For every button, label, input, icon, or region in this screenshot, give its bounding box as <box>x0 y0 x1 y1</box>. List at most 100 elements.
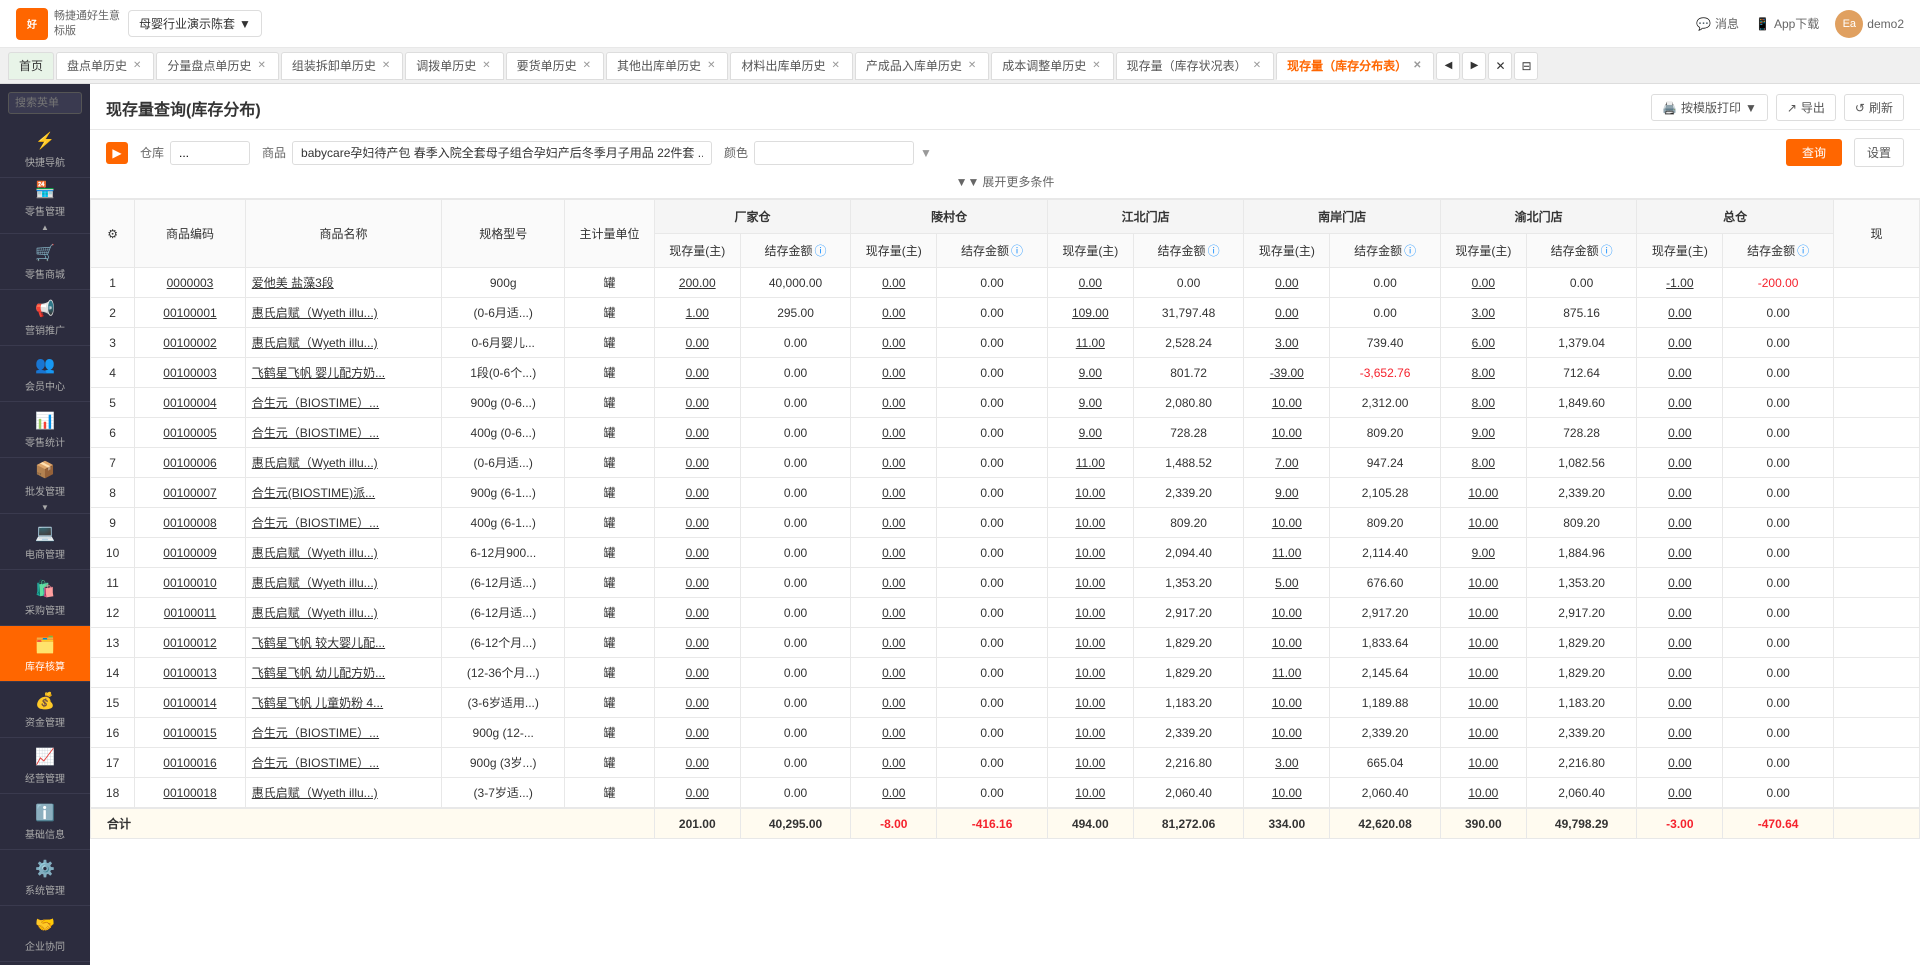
cell-nanan-qty[interactable]: 10.00 <box>1244 778 1330 809</box>
cell-yubeimen-qty[interactable]: 9.00 <box>1440 538 1526 568</box>
cell-jiangbei-qty[interactable]: 9.00 <box>1047 388 1133 418</box>
user-profile[interactable]: Ea demo2 <box>1835 10 1904 38</box>
sidebar-item-quicknav[interactable]: ⚡ 快捷导航 <box>0 122 90 178</box>
refresh-btn[interactable]: ↺ 刷新 <box>1844 94 1904 121</box>
tab-close-icon[interactable]: ✕ <box>380 59 392 72</box>
cell-nanan-qty[interactable]: 11.00 <box>1244 658 1330 688</box>
tab-portion-inventory[interactable]: 分量盘点单历史 ✕ <box>156 52 278 80</box>
cell-yubeimen-qty[interactable]: 10.00 <box>1440 598 1526 628</box>
cell-yubeimen-qty[interactable]: 10.00 <box>1440 748 1526 778</box>
cell-nanan-qty[interactable]: 7.00 <box>1244 448 1330 478</box>
cell-total-qty[interactable]: 0.00 <box>1637 448 1723 478</box>
tab-other-outbound[interactable]: 其他出库单历史 ✕ <box>606 52 728 80</box>
sidebar-item-retail-stats[interactable]: 📊 零售统计 <box>0 402 90 458</box>
cell-name[interactable]: 合生元（BIOSTIME）... <box>245 418 442 448</box>
tab-close-icon[interactable]: ✕ <box>480 59 492 72</box>
cell-mausoleum-qty[interactable]: 0.00 <box>851 598 937 628</box>
cell-name[interactable]: 合生元（BIOSTIME）... <box>245 388 442 418</box>
cell-code[interactable]: 00100012 <box>135 628 246 658</box>
cell-name[interactable]: 惠氏启赋（Wyeth illu...) <box>245 598 442 628</box>
cell-code[interactable]: 00100014 <box>135 688 246 718</box>
cell-name[interactable]: 惠氏启赋（Wyeth illu...) <box>245 298 442 328</box>
cell-total-qty[interactable]: 0.00 <box>1637 658 1723 688</box>
cell-factory-qty[interactable]: 200.00 <box>654 268 740 298</box>
cell-nanan-qty[interactable]: 0.00 <box>1244 268 1330 298</box>
cell-name[interactable]: 合生元（BIOSTIME）... <box>245 748 442 778</box>
cell-mausoleum-qty[interactable]: 0.00 <box>851 268 937 298</box>
cell-yubeimen-qty[interactable]: 6.00 <box>1440 328 1526 358</box>
tab-finished-inbound[interactable]: 产成品入库单历史 ✕ <box>855 52 989 80</box>
tab-close-icon[interactable]: ✕ <box>131 59 143 72</box>
cell-nanan-qty[interactable]: -39.00 <box>1244 358 1330 388</box>
cell-factory-qty[interactable]: 0.00 <box>654 778 740 809</box>
cell-mausoleum-qty[interactable]: 0.00 <box>851 478 937 508</box>
cell-total-qty[interactable]: 0.00 <box>1637 298 1723 328</box>
cell-nanan-qty[interactable]: 10.00 <box>1244 388 1330 418</box>
cell-factory-qty[interactable]: 0.00 <box>654 628 740 658</box>
cell-code[interactable]: 00100011 <box>135 598 246 628</box>
tab-close-icon[interactable]: ✕ <box>966 59 978 72</box>
tab-stock-status[interactable]: 现存量（库存状况表） ✕ <box>1116 52 1274 80</box>
sidebar-item-purchase[interactable]: 🛍️ 采购管理 <box>0 570 90 626</box>
search-btn[interactable]: 查询 <box>1786 139 1842 166</box>
cell-name[interactable]: 惠氏启赋（Wyeth illu...) <box>245 538 442 568</box>
cell-factory-qty[interactable]: 0.00 <box>654 448 740 478</box>
app-download-btn[interactable]: 📱 App下载 <box>1755 15 1819 32</box>
cell-mausoleum-qty[interactable]: 0.00 <box>851 298 937 328</box>
tab-close-icon[interactable]: ✕ <box>1411 59 1423 72</box>
cell-yubeimen-qty[interactable]: 10.00 <box>1440 508 1526 538</box>
cell-jiangbei-qty[interactable]: 10.00 <box>1047 538 1133 568</box>
cell-code[interactable]: 00100010 <box>135 568 246 598</box>
cell-code[interactable]: 00100013 <box>135 658 246 688</box>
cell-code[interactable]: 00100006 <box>135 448 246 478</box>
cell-factory-qty[interactable]: 1.00 <box>654 298 740 328</box>
tab-home[interactable]: 首页 <box>8 52 54 80</box>
cell-yubeimen-qty[interactable]: 10.00 <box>1440 688 1526 718</box>
cell-name[interactable]: 飞鹤星飞帆 幼儿配方奶... <box>245 658 442 688</box>
cell-jiangbei-qty[interactable]: 9.00 <box>1047 418 1133 448</box>
color-input[interactable] <box>754 141 914 165</box>
cell-jiangbei-qty[interactable]: 11.00 <box>1047 328 1133 358</box>
toggle-filter-btn[interactable]: ▶ <box>106 142 128 164</box>
sidebar-item-member[interactable]: 👥 会员中心 <box>0 346 90 402</box>
cell-total-qty[interactable]: 0.00 <box>1637 568 1723 598</box>
cell-code[interactable]: 00100015 <box>135 718 246 748</box>
cell-factory-qty[interactable]: 0.00 <box>654 658 740 688</box>
cell-jiangbei-qty[interactable]: 10.00 <box>1047 628 1133 658</box>
print-btn[interactable]: 🖨️ 按模版打印 ▼ <box>1651 94 1768 121</box>
cell-mausoleum-qty[interactable]: 0.00 <box>851 508 937 538</box>
cell-mausoleum-qty[interactable]: 0.00 <box>851 568 937 598</box>
cell-code[interactable]: 00100001 <box>135 298 246 328</box>
cell-name[interactable]: 飞鹤星飞帆 较大婴儿配... <box>245 628 442 658</box>
product-input[interactable] <box>292 141 712 165</box>
cell-yubeimen-qty[interactable]: 8.00 <box>1440 388 1526 418</box>
cell-name[interactable]: 惠氏启赋（Wyeth illu...) <box>245 448 442 478</box>
tab-close-icon[interactable]: ✕ <box>1090 59 1102 72</box>
cell-yubeimen-qty[interactable]: 10.00 <box>1440 568 1526 598</box>
cell-nanan-qty[interactable]: 10.00 <box>1244 418 1330 448</box>
tab-close-icon[interactable]: ✕ <box>705 59 717 72</box>
cell-jiangbei-qty[interactable]: 10.00 <box>1047 778 1133 809</box>
cell-yubeimen-qty[interactable]: 10.00 <box>1440 718 1526 748</box>
cell-nanan-qty[interactable]: 10.00 <box>1244 598 1330 628</box>
sidebar-item-ecommerce[interactable]: 💻 电商管理 <box>0 514 90 570</box>
cell-nanan-qty[interactable]: 0.00 <box>1244 298 1330 328</box>
cell-total-qty[interactable]: 0.00 <box>1637 328 1723 358</box>
sidebar-item-inventory[interactable]: 🗂️ 库存核算 <box>0 626 90 682</box>
export-btn[interactable]: ↗ 导出 <box>1776 94 1836 121</box>
cell-code[interactable]: 00100018 <box>135 778 246 809</box>
tab-close-all-btn[interactable]: ✕ <box>1488 52 1512 80</box>
tab-close-icon[interactable]: ✕ <box>255 59 267 72</box>
cell-yubeimen-qty[interactable]: 3.00 <box>1440 298 1526 328</box>
sidebar-item-retail[interactable]: 🏪 零售管理 ▲ <box>0 178 90 234</box>
sidebar-item-marketing[interactable]: 📢 营销推广 <box>0 290 90 346</box>
tab-close-icon[interactable]: ✕ <box>581 59 593 72</box>
cell-factory-qty[interactable]: 0.00 <box>654 508 740 538</box>
sidebar-item-mall[interactable]: 🛒 零售商城 <box>0 234 90 290</box>
cell-code[interactable]: 00100009 <box>135 538 246 568</box>
cell-code[interactable]: 00100008 <box>135 508 246 538</box>
cell-yubeimen-qty[interactable]: 8.00 <box>1440 448 1526 478</box>
cell-total-qty[interactable]: -1.00 <box>1637 268 1723 298</box>
cell-jiangbei-qty[interactable]: 10.00 <box>1047 688 1133 718</box>
tab-requisition[interactable]: 要货单历史 ✕ <box>506 52 604 80</box>
